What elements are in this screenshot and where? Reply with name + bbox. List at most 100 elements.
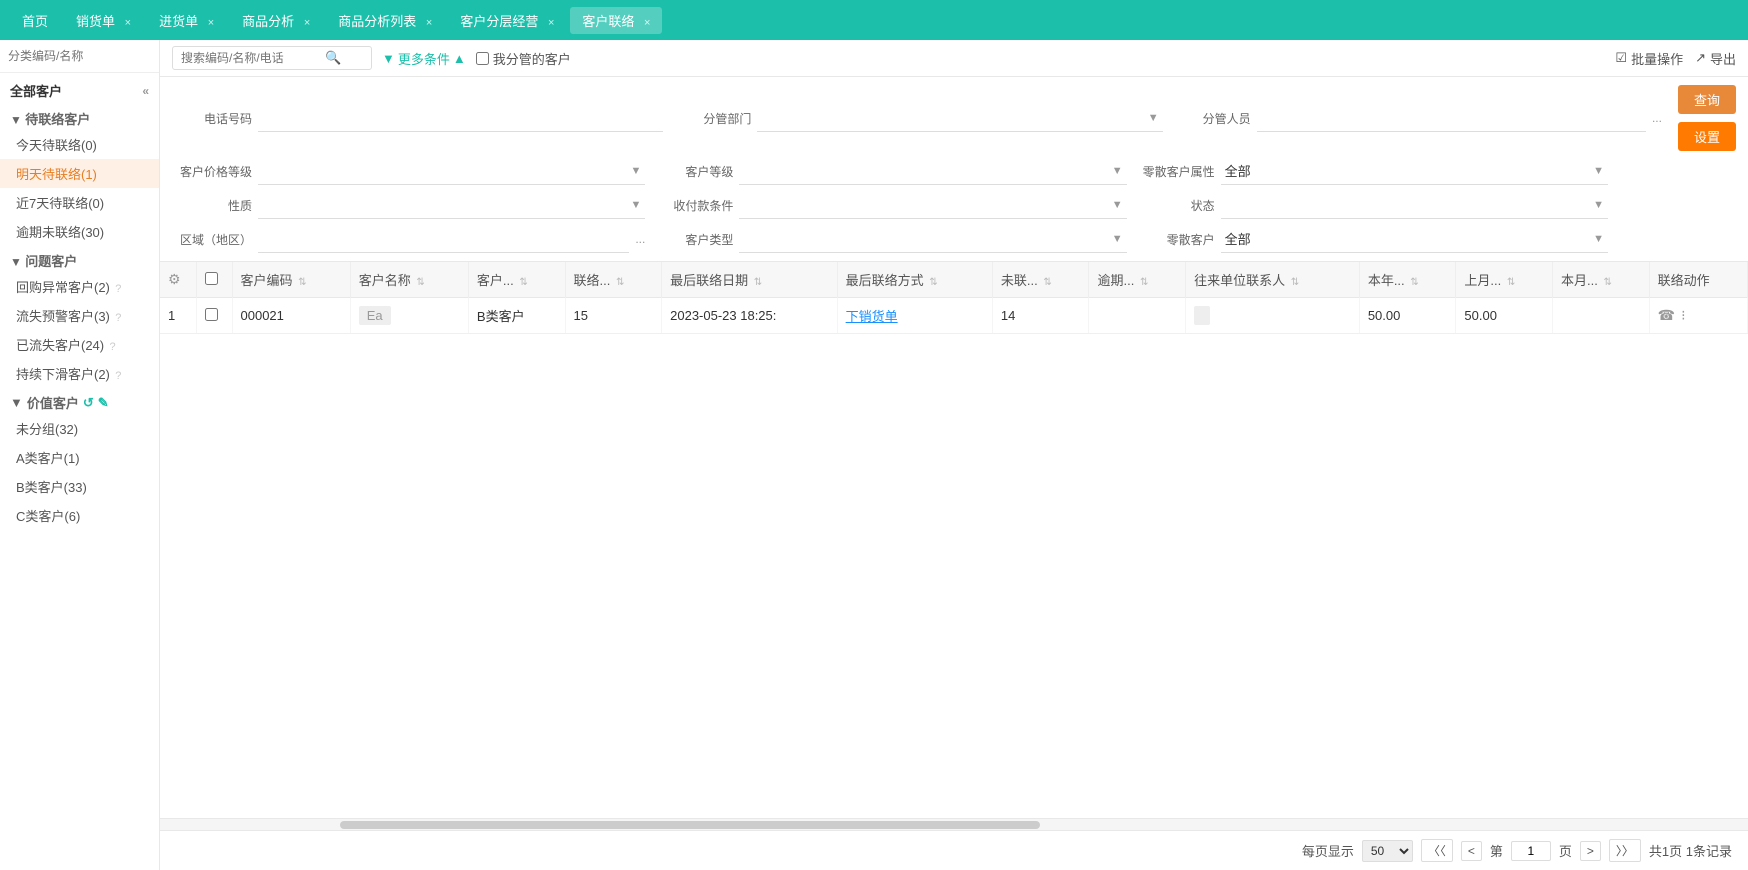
contact-icon[interactable]: ☎ xyxy=(1658,307,1675,324)
edit-value-icon[interactable]: ✎ xyxy=(98,395,109,411)
close-product-analysis-icon[interactable]: × xyxy=(304,17,310,29)
first-page-btn[interactable]: 〈〈 xyxy=(1421,839,1453,862)
nav-home[interactable]: 首页 xyxy=(10,7,60,34)
col-customer-code[interactable]: 客户编码 ⇅ xyxy=(232,262,350,298)
col-contact-person[interactable]: 往来单位联系人 ⇅ xyxy=(1186,262,1360,298)
close-customer-contact-icon[interactable]: × xyxy=(644,17,650,29)
sort-this-year-icon[interactable]: ⇅ xyxy=(1410,277,1418,288)
close-customer-segmentation-icon[interactable]: × xyxy=(548,17,554,29)
select-all-checkbox[interactable] xyxy=(205,272,218,285)
col-not-contacted[interactable]: 未联... ⇅ xyxy=(992,262,1089,298)
query-button[interactable]: 查询 xyxy=(1678,85,1736,114)
col-overdue[interactable]: 逾期... ⇅ xyxy=(1089,262,1186,298)
col-contact-count[interactable]: 联络... ⇅ xyxy=(565,262,662,298)
sidebar-item-week-pending[interactable]: 近7天待联络(0) xyxy=(0,188,159,217)
col-last-month[interactable]: 上月... ⇅ xyxy=(1456,262,1553,298)
nav-sales-order[interactable]: 销货单 × xyxy=(64,7,143,34)
nav-customer-segmentation[interactable]: 客户分层经营 × xyxy=(448,7,566,34)
col-last-contact-method[interactable]: 最后联络方式 ⇅ xyxy=(837,262,992,298)
sort-contact-person-icon[interactable]: ⇅ xyxy=(1291,277,1299,288)
sort-customer-code-icon[interactable]: ⇅ xyxy=(298,277,306,288)
sort-not-contacted-icon[interactable]: ⇅ xyxy=(1043,277,1051,288)
col-last-contact-date[interactable]: 最后联络日期 ⇅ xyxy=(662,262,838,298)
close-product-analysis-list-icon[interactable]: × xyxy=(426,17,432,29)
sidebar-item-tomorrow-pending[interactable]: 明天待联络(1) xyxy=(0,159,159,188)
sidebar-item-declining[interactable]: 持续下滑客户(2) ? xyxy=(0,359,159,388)
close-purchase-order-icon[interactable]: × xyxy=(208,17,214,29)
sidebar-item-class-a[interactable]: A类客户(1) xyxy=(0,443,159,472)
sort-last-month-icon[interactable]: ⇅ xyxy=(1507,277,1515,288)
sidebar-search-input[interactable] xyxy=(8,49,160,63)
dept-select[interactable]: ▼ xyxy=(757,104,1162,132)
prev-page-btn[interactable]: < xyxy=(1461,841,1482,861)
more-filter-btn[interactable]: ▼ 更多条件 ▲ xyxy=(382,49,466,68)
customer-level-select[interactable]: ▼ xyxy=(739,157,1126,185)
person-more-icon[interactable]: ... xyxy=(1652,111,1662,125)
retail-customer-select[interactable]: 全部 ▼ xyxy=(1221,225,1608,253)
region-input[interactable] xyxy=(258,225,629,253)
sort-last-contact-date-icon[interactable]: ⇅ xyxy=(754,277,762,288)
settings-icon[interactable]: ⚙ xyxy=(168,271,181,287)
main-search-input[interactable] xyxy=(181,51,321,65)
cell-last-contact-method[interactable]: 下销货单 xyxy=(837,298,992,334)
more-actions-icon[interactable]: ⁝ xyxy=(1681,307,1685,324)
sidebar-item-today-pending[interactable]: 今天待联络(0) xyxy=(0,130,159,159)
col-checkbox[interactable] xyxy=(196,262,232,298)
sort-contact-count-icon[interactable]: ⇅ xyxy=(616,277,624,288)
col-customer-name[interactable]: 客户名称 ⇅ xyxy=(350,262,468,298)
last-page-btn[interactable]: 〉〉 xyxy=(1609,839,1641,862)
phone-input[interactable] xyxy=(258,104,663,132)
customer-type-select[interactable]: ▼ xyxy=(739,225,1126,253)
sidebar-item-class-b[interactable]: B类客户(33) xyxy=(0,472,159,501)
nav-customer-contact[interactable]: 客户联络 × xyxy=(570,7,662,34)
main-search-btn[interactable]: 🔍 xyxy=(325,50,341,66)
batch-operation-btn[interactable]: ☑ 批量操作 xyxy=(1615,49,1683,68)
help-icon-declining[interactable]: ? xyxy=(115,370,121,382)
person-input[interactable] xyxy=(1257,104,1646,132)
nature-select[interactable]: ▼ xyxy=(258,191,645,219)
nav-product-analysis[interactable]: 商品分析 × xyxy=(230,7,322,34)
next-page-btn[interactable]: > xyxy=(1580,841,1601,861)
refresh-value-icon[interactable]: ↺ xyxy=(83,395,94,411)
my-customers-checkbox[interactable] xyxy=(476,52,489,65)
scrollbar-thumb[interactable] xyxy=(340,821,1040,829)
help-icon-churned[interactable]: ? xyxy=(109,341,115,353)
help-icon-repurchase[interactable]: ? xyxy=(115,283,121,295)
set-button[interactable]: 设置 xyxy=(1678,122,1736,151)
nav-purchase-order[interactable]: 进货单 × xyxy=(147,7,226,34)
page-number-input[interactable] xyxy=(1511,841,1551,861)
sidebar-item-class-c[interactable]: C类客户(6) xyxy=(0,501,159,530)
row-checkbox[interactable] xyxy=(205,308,218,321)
sidebar-item-churn-warning[interactable]: 流失预警客户(3) ? xyxy=(0,301,159,330)
my-customers-filter[interactable]: 我分管的客户 xyxy=(476,49,571,68)
payment-select[interactable]: ▼ xyxy=(739,191,1126,219)
collapse-icon[interactable]: « xyxy=(142,84,149,98)
close-sales-order-icon[interactable]: × xyxy=(125,17,131,29)
col-gear[interactable]: ⚙ xyxy=(160,262,196,298)
page-size-select[interactable]: 50 100 200 xyxy=(1362,840,1413,862)
price-level-select[interactable]: ▼ xyxy=(258,157,645,185)
all-customers-header[interactable]: 全部客户 « xyxy=(0,73,159,104)
sort-customer-type-icon[interactable]: ⇅ xyxy=(519,277,527,288)
col-customer-type[interactable]: 客户... ⇅ xyxy=(468,262,565,298)
help-icon-churn-warning[interactable]: ? xyxy=(115,312,121,324)
export-btn[interactable]: ↗ 导出 xyxy=(1695,49,1736,68)
sidebar-item-overdue-pending[interactable]: 逾期未联络(30) xyxy=(0,217,159,246)
col-this-month[interactable]: 本月... ⇅ xyxy=(1553,262,1650,298)
sidebar-item-repurchase-abnormal[interactable]: 回购异常客户(2) ? xyxy=(0,272,159,301)
sort-this-month-icon[interactable]: ⇅ xyxy=(1604,277,1612,288)
retail-attr-select[interactable]: 全部 ▼ xyxy=(1221,157,1608,185)
sidebar-item-churned[interactable]: 已流失客户(24) ? xyxy=(0,330,159,359)
horizontal-scrollbar[interactable] xyxy=(160,818,1748,830)
sort-overdue-icon[interactable]: ⇅ xyxy=(1140,277,1148,288)
cell-checkbox[interactable] xyxy=(196,298,232,334)
sort-last-contact-method-icon[interactable]: ⇅ xyxy=(929,277,937,288)
last-contact-method-link[interactable]: 下销货单 xyxy=(846,309,898,324)
sidebar-item-ungrouped[interactable]: 未分组(32) xyxy=(0,414,159,443)
col-this-year[interactable]: 本年... ⇅ xyxy=(1359,262,1456,298)
nav-product-analysis-list[interactable]: 商品分析列表 × xyxy=(326,7,444,34)
status-select[interactable]: ▼ xyxy=(1221,191,1608,219)
sort-customer-name-icon[interactable]: ⇅ xyxy=(416,277,424,288)
region-more-icon[interactable]: ... xyxy=(635,232,645,246)
price-level-chevron-icon: ▼ xyxy=(630,165,641,177)
